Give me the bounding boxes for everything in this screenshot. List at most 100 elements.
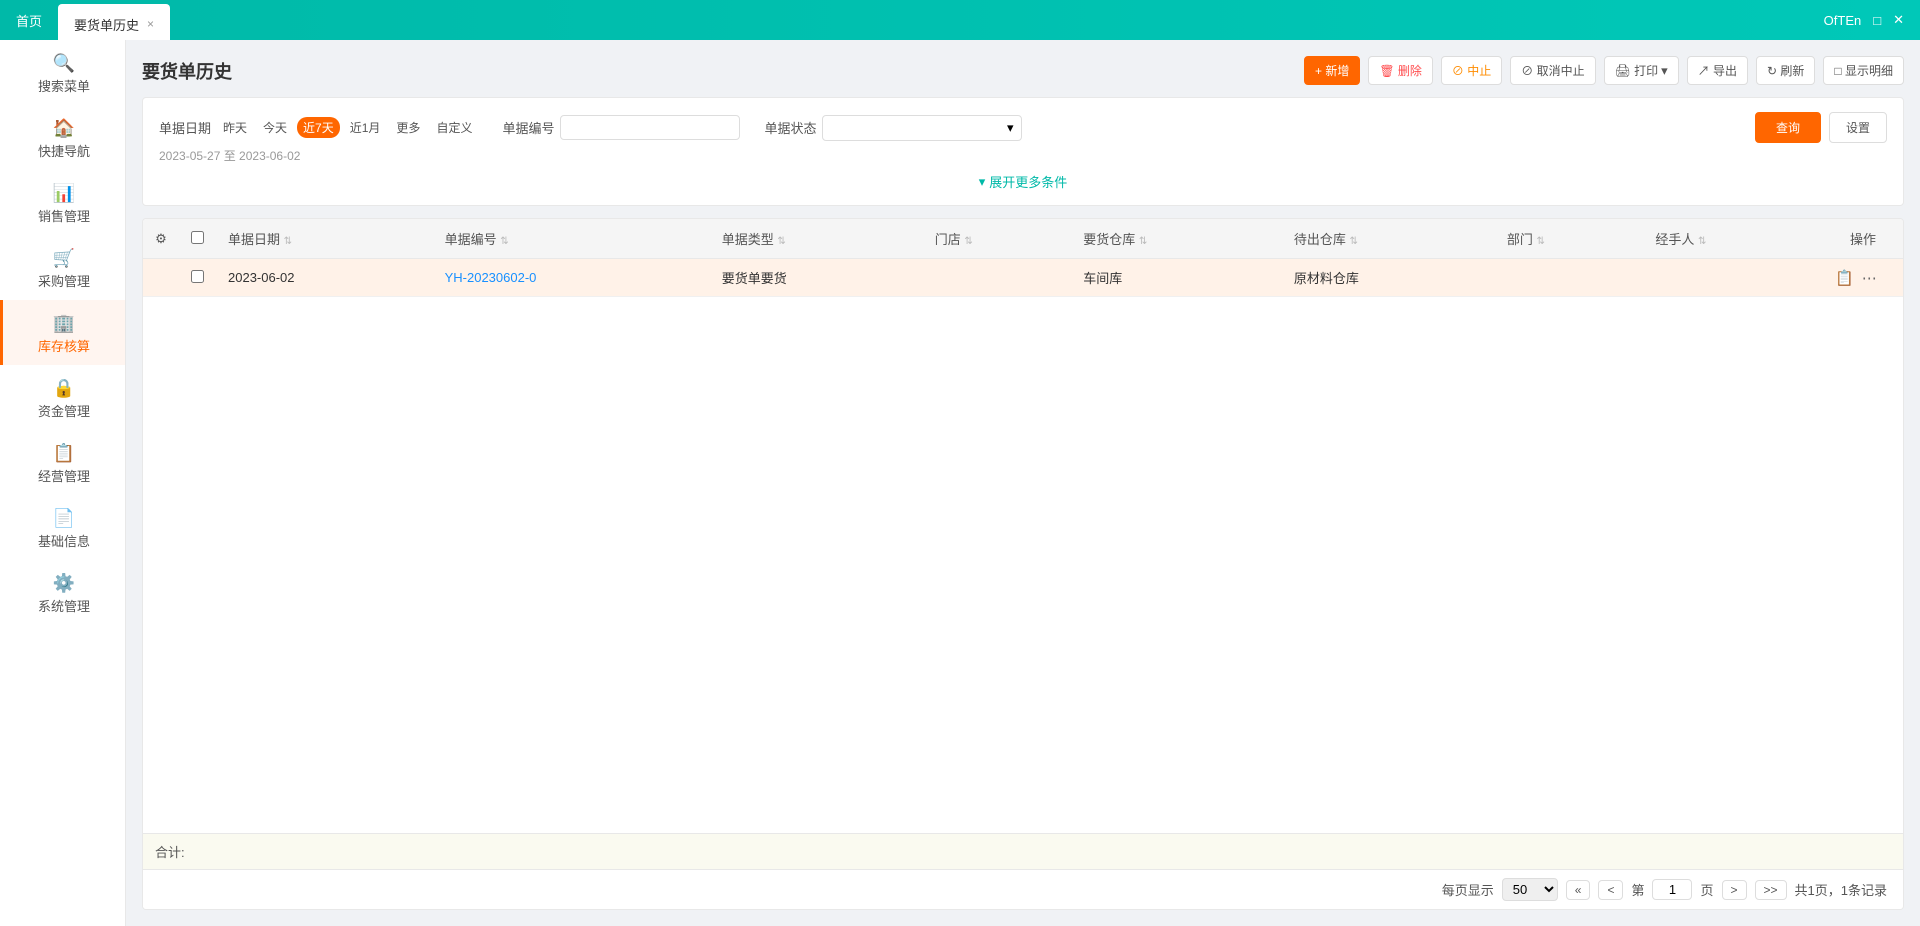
col-req-warehouse: 要货仓库 ⇅ <box>1071 219 1282 259</box>
row-store-cell <box>923 259 1071 297</box>
bill-no-filter: 单据编号 <box>502 115 740 140</box>
view-action-icon[interactable]: 📋 <box>1835 269 1854 287</box>
cancel-stop-button[interactable]: ⊘ 取消中止 <box>1510 56 1595 85</box>
row-handler-cell <box>1643 259 1823 297</box>
sidebar-finance-label: 资金管理 <box>38 401 90 420</box>
sidebar-item-system[interactable]: ⚙️ 系统管理 <box>0 560 125 625</box>
delete-button[interactable]: 🗑 删除 <box>1368 56 1433 85</box>
filter-row-1: 单据日期 昨天 今天 近7天 近1月 更多 自定义 单据编号 <box>159 112 1887 143</box>
date-btn-1month[interactable]: 近1月 <box>344 117 387 138</box>
toolbar: + 新增 🗑 删除 ⊘ 中止 ⊘ 取消中止 🖨 打印 ▾ ↗ 导出 ↻ 刷新 □… <box>1304 56 1904 85</box>
page-number-input[interactable] <box>1652 879 1692 900</box>
per-page-label: 每页显示 <box>1442 880 1494 899</box>
select-all-checkbox[interactable] <box>191 231 204 244</box>
table-wrapper: ⚙ 单据日期 ⇅ 单据编号 ⇅ <box>142 218 1904 910</box>
content-area: 要货单历史 + 新增 🗑 删除 ⊘ 中止 ⊘ 取消中止 🖨 打印 ▾ ↗ 导出 … <box>126 40 1920 926</box>
last-page-btn[interactable]: >> <box>1755 880 1787 900</box>
sidebar: 🔍 搜索菜单 🏠 快捷导航 📊 销售管理 🛒 采购管理 🏢 库存核算 🔒 资金管… <box>0 40 126 926</box>
status-select[interactable]: ▾ <box>822 115 1022 141</box>
sidebar-search-label: 搜索菜单 <box>38 76 90 95</box>
print-button[interactable]: 🖨 打印 ▾ <box>1604 56 1679 85</box>
refresh-button[interactable]: ↻ 刷新 <box>1756 56 1815 85</box>
pagination-bar: 每页显示 50 100 200 « < 第 页 > >> 共1页，1条记录 <box>143 869 1903 909</box>
sidebar-item-purchase[interactable]: 🛒 采购管理 <box>0 235 125 300</box>
table-row: 2023-06-02 YH-20230602-0 要货单要货 车间库 原材料仓库 <box>143 259 1903 297</box>
sidebar-inventory-label: 库存核算 <box>38 336 90 355</box>
row-type-cell: 要货单要货 <box>710 259 923 297</box>
sidebar-basic-info-label: 基础信息 <box>38 531 90 550</box>
query-button[interactable]: 查询 <box>1755 112 1821 143</box>
expand-label: 展开更多条件 <box>989 172 1067 191</box>
row-checkbox[interactable] <box>191 270 204 283</box>
sales-icon: 📊 <box>53 184 75 202</box>
row-settings-cell <box>143 259 179 297</box>
bill-no-label: 单据编号 <box>502 118 554 137</box>
col-settings: ⚙ <box>143 219 179 259</box>
col-wait-warehouse: 待出仓库 ⇅ <box>1282 219 1495 259</box>
search-icon: 🔍 <box>53 54 75 72</box>
col-dept: 部门 ⇅ <box>1495 219 1643 259</box>
tab-requisition-history[interactable]: 要货单历史 × <box>58 4 170 44</box>
purchase-icon: 🛒 <box>53 249 75 267</box>
sidebar-item-sales[interactable]: 📊 销售管理 <box>0 170 125 235</box>
sidebar-item-nav[interactable]: 🏠 快捷导航 <box>0 105 125 170</box>
store-sort-icon[interactable]: ⇅ <box>964 236 972 247</box>
first-page-btn[interactable]: « <box>1566 880 1591 900</box>
bill-no-input[interactable] <box>560 115 740 140</box>
add-button[interactable]: + 新增 <box>1304 56 1360 85</box>
per-page-select[interactable]: 50 100 200 <box>1502 878 1558 901</box>
wait-wh-sort-icon[interactable]: ⇅ <box>1350 236 1358 247</box>
date-btn-yesterday[interactable]: 昨天 <box>217 117 253 138</box>
action-icons: 📋 ⋯ <box>1835 269 1891 287</box>
row-dept-cell <box>1495 259 1643 297</box>
finance-icon: 🔒 <box>53 379 75 397</box>
table-header-row: ⚙ 单据日期 ⇅ 单据编号 ⇅ <box>143 219 1903 259</box>
date-btn-custom[interactable]: 自定义 <box>430 117 478 138</box>
maximize-icon[interactable]: □ <box>1873 13 1881 28</box>
print-icon: 🖨 <box>1615 63 1632 79</box>
row-no-cell: YH-20230602-0 <box>433 259 710 297</box>
date-filter: 单据日期 昨天 今天 近7天 近1月 更多 自定义 <box>159 117 478 138</box>
date-sort-icon[interactable]: ⇅ <box>284 236 292 247</box>
export-button[interactable]: ↗ 导出 <box>1687 56 1748 85</box>
handler-sort-icon[interactable]: ⇅ <box>1698 236 1706 247</box>
req-wh-sort-icon[interactable]: ⇅ <box>1139 236 1147 247</box>
sidebar-sales-label: 销售管理 <box>38 206 90 225</box>
expand-more-btn[interactable]: ▾ 展开更多条件 <box>159 172 1887 191</box>
col-no: 单据编号 ⇅ <box>433 219 710 259</box>
tab-home[interactable]: 首页 <box>0 0 58 40</box>
sidebar-item-finance[interactable]: 🔒 资金管理 <box>0 365 125 430</box>
next-page-btn[interactable]: > <box>1722 880 1747 900</box>
tab-requisition-label: 要货单历史 <box>74 15 139 34</box>
stop-button[interactable]: ⊘ 中止 <box>1441 56 1502 85</box>
date-btn-7days[interactable]: 近7天 <box>297 117 340 138</box>
sidebar-nav-label: 快捷导航 <box>38 141 90 160</box>
display-detail-button[interactable]: □ 显示明细 <box>1823 56 1904 85</box>
no-sort-icon[interactable]: ⇅ <box>500 236 508 247</box>
row-no-link[interactable]: YH-20230602-0 <box>445 270 537 285</box>
prev-page-btn[interactable]: < <box>1598 880 1623 900</box>
data-table: ⚙ 单据日期 ⇅ 单据编号 ⇅ <box>143 219 1903 297</box>
sidebar-item-search[interactable]: 🔍 搜索菜单 <box>0 40 125 105</box>
settings-button[interactable]: 设置 <box>1829 112 1887 143</box>
table-scroll-area: ⚙ 单据日期 ⇅ 单据编号 ⇅ <box>143 219 1903 833</box>
top-tabs: 首页 要货单历史 × <box>0 0 170 40</box>
sidebar-purchase-label: 采购管理 <box>38 271 90 290</box>
sidebar-item-inventory[interactable]: 🏢 库存核算 <box>0 300 125 365</box>
sidebar-item-basic-info[interactable]: 📄 基础信息 <box>0 495 125 560</box>
tab-close-icon[interactable]: × <box>147 17 154 31</box>
dept-sort-icon[interactable]: ⇅ <box>1537 236 1545 247</box>
more-action-icon[interactable]: ⋯ <box>1862 269 1877 287</box>
col-checkbox <box>179 219 216 259</box>
row-date-cell: 2023-06-02 <box>216 259 433 297</box>
date-btn-today[interactable]: 今天 <box>257 117 293 138</box>
home-icon: 🏠 <box>53 119 75 137</box>
table-footer: 合计: <box>143 833 1903 869</box>
sidebar-item-operations[interactable]: 📋 经营管理 <box>0 430 125 495</box>
close-window-icon[interactable]: ✕ <box>1893 12 1904 28</box>
filter-panel: 单据日期 昨天 今天 近7天 近1月 更多 自定义 单据编号 <box>142 97 1904 206</box>
row-req-warehouse-cell: 车间库 <box>1071 259 1282 297</box>
type-sort-icon[interactable]: ⇅ <box>777 236 785 247</box>
date-btn-more[interactable]: 更多 <box>390 117 426 138</box>
system-icon: ⚙️ <box>53 574 75 592</box>
